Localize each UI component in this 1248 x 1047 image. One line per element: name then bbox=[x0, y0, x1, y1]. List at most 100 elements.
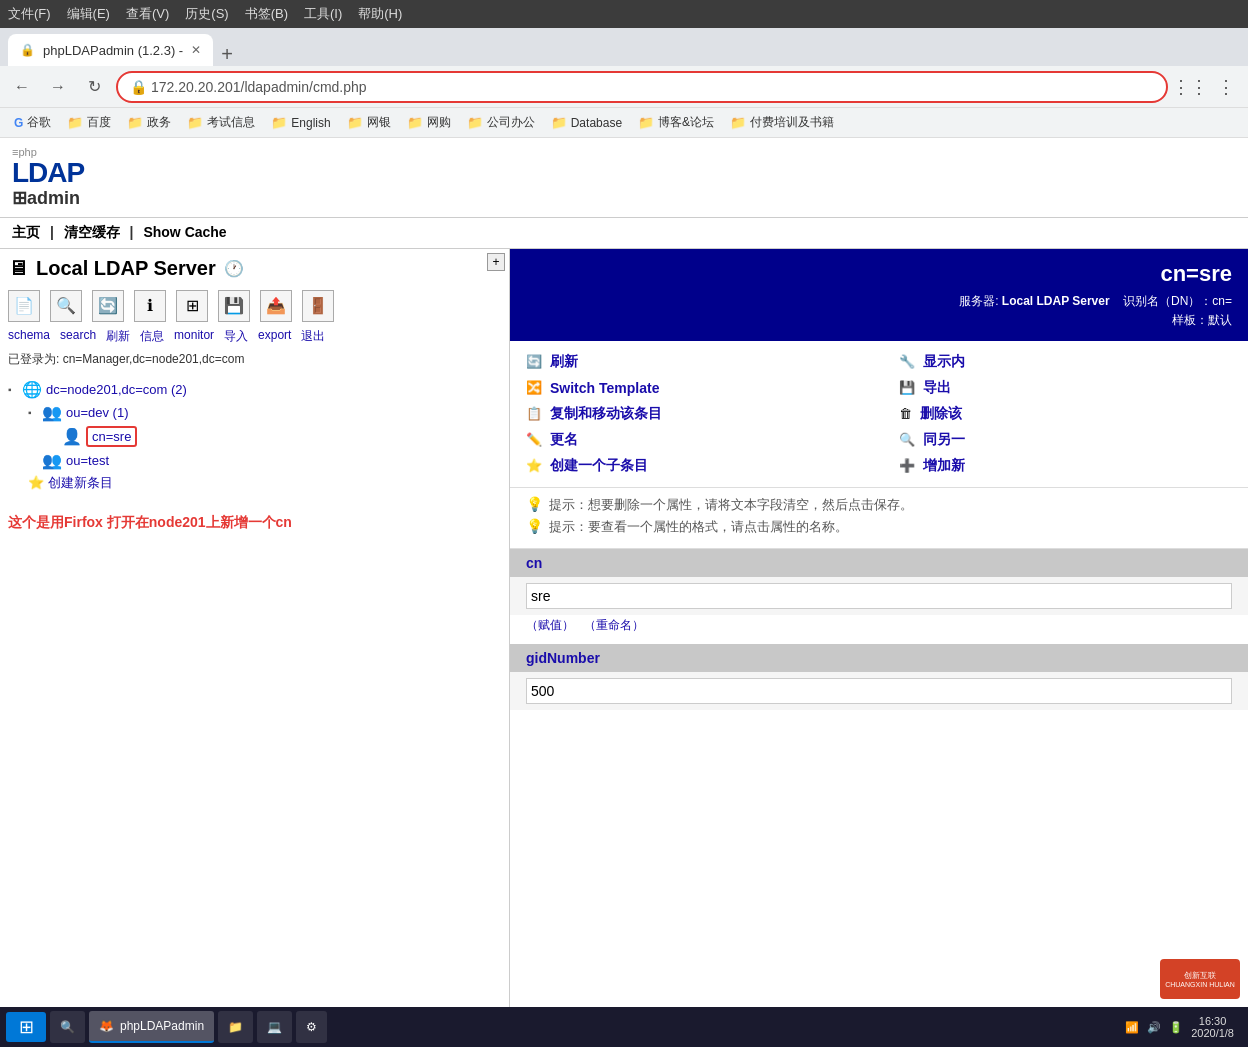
bm-baidu[interactable]: 📁 百度 bbox=[61, 112, 117, 133]
link-logout[interactable]: 退出 bbox=[301, 328, 325, 345]
forward-btn[interactable]: → bbox=[44, 73, 72, 101]
taskbar-file-manager[interactable]: 📁 bbox=[218, 1011, 253, 1043]
menu-edit[interactable]: 编辑(E) bbox=[67, 5, 110, 23]
menu-help[interactable]: 帮助(H) bbox=[358, 5, 402, 23]
action-add-attr[interactable]: ➕ 增加新 bbox=[899, 457, 1232, 475]
bm-zhengwu[interactable]: 📁 政务 bbox=[121, 112, 177, 133]
menu-history[interactable]: 历史(S) bbox=[185, 5, 228, 23]
root-link[interactable]: dc=node201,dc=com (2) bbox=[46, 382, 187, 397]
bm-database[interactable]: 📁 Database bbox=[545, 113, 628, 132]
refresh-btn[interactable]: ↻ bbox=[80, 73, 108, 101]
toolbar-btn-logout[interactable]: 🚪 bbox=[302, 290, 334, 322]
nav-home[interactable]: 主页 bbox=[12, 224, 40, 240]
active-tab[interactable]: 🔒 phpLDAPadmin (1.2.3) - ✕ bbox=[8, 34, 213, 66]
menu-tools[interactable]: 工具(I) bbox=[304, 5, 342, 23]
attr-cn-name[interactable]: cn bbox=[526, 555, 542, 571]
cnsre-link[interactable]: cn=sre bbox=[92, 429, 131, 444]
start-btn[interactable]: ⊞ bbox=[6, 1012, 46, 1042]
action-rename[interactable]: ✏️ 更名 bbox=[526, 431, 859, 449]
bm-wangyin[interactable]: 📁 网银 bbox=[341, 112, 397, 133]
folder-icon: 📁 bbox=[551, 115, 567, 130]
toolbar-btn-grid[interactable]: ⊞ bbox=[176, 290, 208, 322]
attr-cn-action1[interactable]: （赋值） bbox=[526, 618, 574, 632]
link-import[interactable]: 导入 bbox=[224, 328, 248, 345]
menu-view[interactable]: 查看(V) bbox=[126, 5, 169, 23]
display-internal-link[interactable]: 显示内 bbox=[923, 353, 965, 371]
taskbar-firefox[interactable]: 🦊 phpLDAPadmin bbox=[89, 1011, 214, 1043]
toolbar-btn-save[interactable]: 💾 bbox=[218, 290, 250, 322]
link-info[interactable]: 信息 bbox=[140, 328, 164, 345]
tab-close-btn[interactable]: ✕ bbox=[191, 43, 201, 57]
compare-link[interactable]: 同另一 bbox=[923, 431, 965, 449]
group-icon: 👥 bbox=[42, 451, 62, 470]
rename-link[interactable]: 更名 bbox=[550, 431, 578, 449]
battery-icon: 🔋 bbox=[1169, 1021, 1183, 1034]
time-display: 16:30 bbox=[1191, 1015, 1234, 1027]
cnsre-label[interactable]: cn=sre bbox=[86, 426, 137, 447]
bm-office[interactable]: 📁 公司办公 bbox=[461, 112, 541, 133]
menu-bookmarks[interactable]: 书签(B) bbox=[245, 5, 288, 23]
create-child-link[interactable]: 创建一个子条目 bbox=[550, 457, 648, 475]
attr-gid-input[interactable] bbox=[526, 678, 1232, 704]
toolbar-btn-search[interactable]: 🔍 bbox=[50, 290, 82, 322]
delete-link[interactable]: 删除该 bbox=[920, 405, 962, 423]
action-create-child[interactable]: ⭐ 创建一个子条目 bbox=[526, 457, 859, 475]
outest-link[interactable]: ou=test bbox=[66, 453, 109, 468]
toolbar-btn-doc[interactable]: 📄 bbox=[8, 290, 40, 322]
attr-gid-name[interactable]: gidNumber bbox=[526, 650, 600, 666]
new-tab-btn[interactable]: + bbox=[213, 43, 241, 66]
bm-wanggou[interactable]: 📁 网购 bbox=[401, 112, 457, 133]
oudev-label: ou=dev (1) bbox=[66, 405, 129, 420]
copy-move-link[interactable]: 复制和移动该条目 bbox=[550, 405, 662, 423]
logo-ldap: LDAP bbox=[12, 158, 84, 189]
nav-clear-cache[interactable]: 清空缓存 bbox=[64, 224, 120, 240]
toolbar-btn-refresh[interactable]: 🔄 bbox=[92, 290, 124, 322]
tree-root-node[interactable]: ▪ 🌐 dc=node201,dc=com (2) bbox=[8, 378, 501, 401]
bm-english[interactable]: 📁 English bbox=[265, 113, 336, 132]
action-refresh[interactable]: 🔄 刷新 bbox=[526, 353, 859, 371]
add-attr-link[interactable]: 增加新 bbox=[923, 457, 965, 475]
action-copy-move[interactable]: 📋 复制和移动该条目 bbox=[526, 405, 859, 423]
attr-cn-input[interactable] bbox=[526, 583, 1232, 609]
action-switch-template[interactable]: 🔀 Switch Template bbox=[526, 379, 859, 397]
tree-children-level2: 👤 cn=sre bbox=[28, 424, 501, 449]
bm-label: 博客&论坛 bbox=[658, 114, 714, 131]
bm-google[interactable]: G 谷歌 bbox=[8, 112, 57, 133]
bm-kaoshi[interactable]: 📁 考试信息 bbox=[181, 112, 261, 133]
bm-training[interactable]: 📁 付费培训及书籍 bbox=[724, 112, 840, 133]
tree-node-row-oudev[interactable]: ▪ 👥 ou=dev (1) bbox=[28, 401, 501, 424]
createnew-link[interactable]: 创建新条目 bbox=[48, 475, 113, 490]
link-refresh[interactable]: 刷新 bbox=[106, 328, 130, 345]
back-btn[interactable]: ← bbox=[8, 73, 36, 101]
export-link[interactable]: 导出 bbox=[923, 379, 951, 397]
action-display-internal[interactable]: 🔧 显示内 bbox=[899, 353, 1232, 371]
link-monitor[interactable]: monitor bbox=[174, 328, 214, 345]
action-delete[interactable]: 🗑 删除该 bbox=[899, 405, 1232, 423]
link-schema[interactable]: schema bbox=[8, 328, 50, 345]
oudev-link[interactable]: ou=dev (1) bbox=[66, 405, 129, 420]
bm-blog[interactable]: 📁 博客&论坛 bbox=[632, 112, 720, 133]
extensions-btn[interactable]: ⋮⋮ bbox=[1176, 73, 1204, 101]
toolbar-btn-info[interactable]: ℹ bbox=[134, 290, 166, 322]
toolbar-btn-export[interactable]: 📤 bbox=[260, 290, 292, 322]
switch-template-link[interactable]: Switch Template bbox=[550, 380, 659, 396]
taskbar-terminal[interactable]: 💻 bbox=[257, 1011, 292, 1043]
compare-icon: 🔍 bbox=[899, 432, 915, 447]
taskbar-settings[interactable]: ⚙ bbox=[296, 1011, 327, 1043]
menu-btn[interactable]: ⋮ bbox=[1212, 73, 1240, 101]
nav-show-cache[interactable]: Show Cache bbox=[143, 224, 226, 240]
refresh-action-link[interactable]: 刷新 bbox=[550, 353, 578, 371]
tree-node-outest[interactable]: 👥 ou=test bbox=[28, 449, 501, 472]
createnew-label: 创建新条目 bbox=[48, 474, 113, 492]
search-taskbar-btn[interactable]: 🔍 bbox=[50, 1011, 85, 1043]
link-export[interactable]: export bbox=[258, 328, 291, 345]
attr-cn-action2[interactable]: （重命名） bbox=[584, 618, 644, 632]
tree-node-createnew[interactable]: ⭐ 创建新条目 bbox=[28, 472, 501, 494]
menu-file[interactable]: 文件(F) bbox=[8, 5, 51, 23]
link-search[interactable]: search bbox=[60, 328, 96, 345]
tree-node-cnsre[interactable]: 👤 cn=sre bbox=[48, 424, 501, 449]
url-box[interactable]: 🔒 172.20.20.201 /ldapadmin/cmd.php bbox=[116, 71, 1168, 103]
action-compare[interactable]: 🔍 同另一 bbox=[899, 431, 1232, 449]
action-export[interactable]: 💾 导出 bbox=[899, 379, 1232, 397]
panel-expand-btn[interactable]: + bbox=[487, 253, 505, 271]
